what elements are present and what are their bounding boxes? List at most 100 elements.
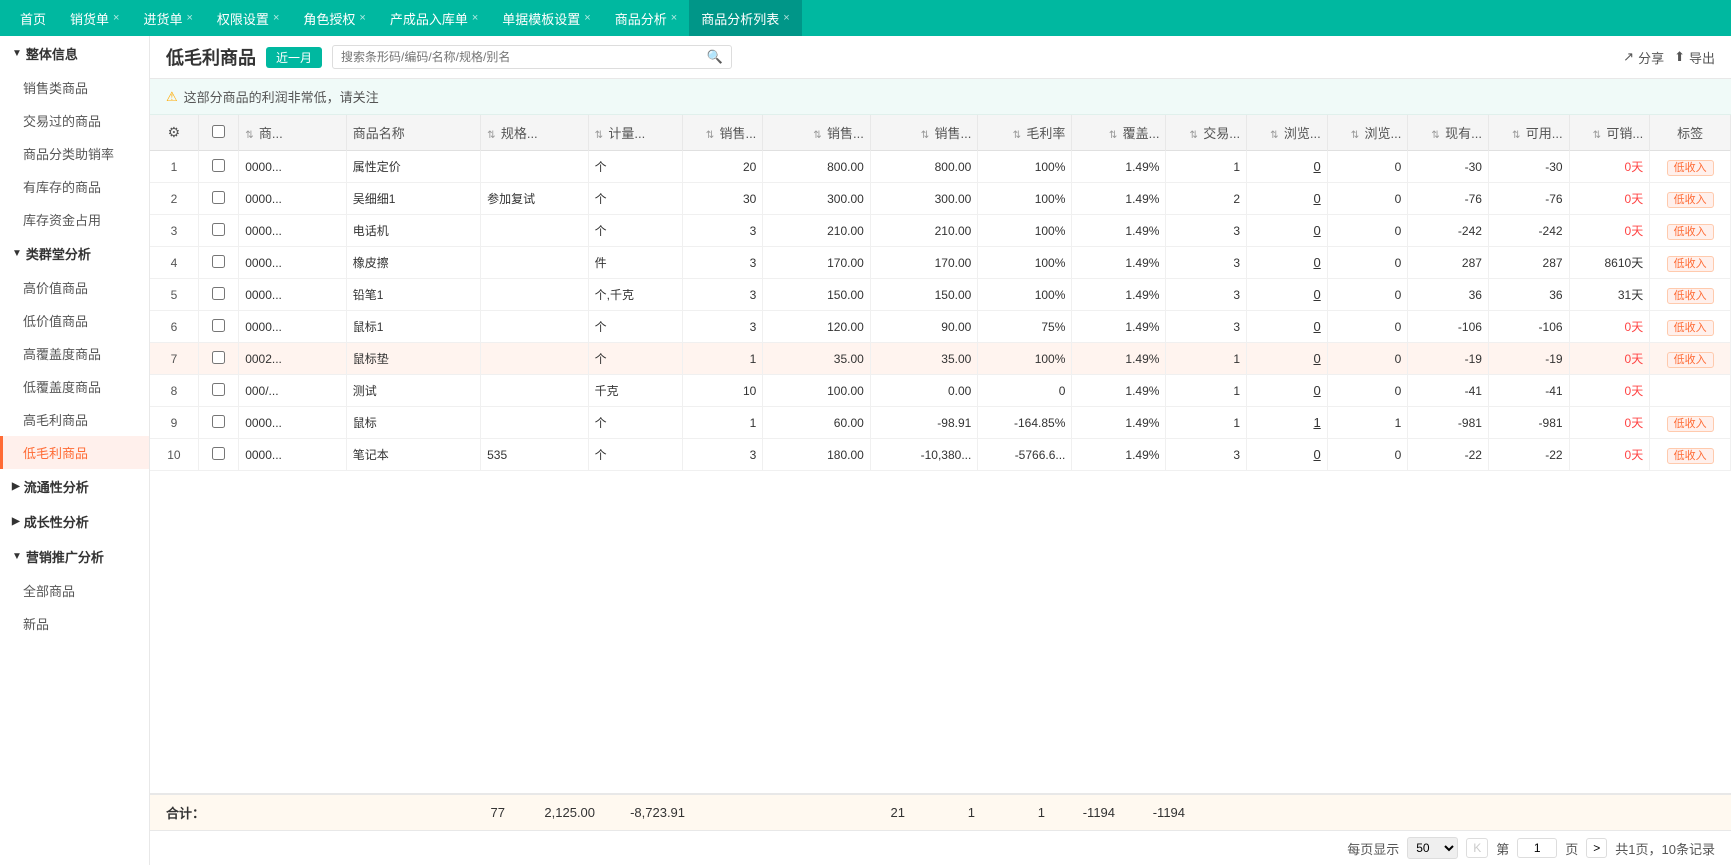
- sort-icon9[interactable]: ⇅: [1190, 130, 1198, 141]
- row-check-7[interactable]: [198, 343, 238, 375]
- sort-icon2[interactable]: ⇅: [487, 130, 495, 141]
- settings-icon[interactable]: ⚙: [168, 124, 181, 140]
- row-browse1-7[interactable]: 0: [1247, 343, 1328, 375]
- sort-icon10[interactable]: ⇅: [1270, 130, 1278, 141]
- sort-icon7[interactable]: ⇅: [1013, 130, 1021, 141]
- period-button[interactable]: 近一月: [266, 47, 322, 68]
- row-checkbox-1[interactable]: [212, 159, 225, 172]
- row-unit-1: 个: [588, 151, 682, 183]
- row-checkbox-6[interactable]: [212, 319, 225, 332]
- row-check-5[interactable]: [198, 279, 238, 311]
- sidebar-group-cluster[interactable]: ▼ 类群堂分析: [0, 236, 149, 271]
- row-check-10[interactable]: [198, 439, 238, 471]
- share-button[interactable]: ↗ 分享: [1623, 48, 1664, 67]
- row-check-1[interactable]: [198, 151, 238, 183]
- sidebar-item-high-coverage[interactable]: 高覆盖度商品: [0, 337, 149, 370]
- close-permissions-icon[interactable]: ×: [273, 12, 279, 24]
- search-input[interactable]: [341, 50, 707, 64]
- sidebar-item-low-coverage[interactable]: 低覆盖度商品: [0, 370, 149, 403]
- row-check-3[interactable]: [198, 215, 238, 247]
- sidebar-item-all-goods[interactable]: 全部商品: [0, 574, 149, 607]
- row-browse1-1[interactable]: 0: [1247, 151, 1328, 183]
- nav-template-settings[interactable]: 单据模板设置 ×: [490, 0, 602, 36]
- close-purchase-order-icon[interactable]: ×: [186, 12, 192, 24]
- row-checkbox-2[interactable]: [212, 191, 225, 204]
- prev-page-button[interactable]: K: [1466, 838, 1488, 858]
- select-all-checkbox[interactable]: [212, 125, 225, 138]
- export-button[interactable]: ⬆ 导出: [1674, 48, 1715, 67]
- row-browse1-8[interactable]: 0: [1247, 375, 1328, 407]
- row-browse1-9[interactable]: 1: [1247, 407, 1328, 439]
- sidebar-item-in-stock[interactable]: 有库存的商品: [0, 170, 149, 203]
- next-page-button[interactable]: >: [1586, 838, 1607, 858]
- row-browse1-5[interactable]: 0: [1247, 279, 1328, 311]
- sort-icon11[interactable]: ⇅: [1351, 130, 1359, 141]
- sidebar-item-category-rate[interactable]: 商品分类助销率: [0, 137, 149, 170]
- page-input[interactable]: [1517, 838, 1557, 858]
- sidebar-group-growth[interactable]: ▶ 成长性分析: [0, 504, 149, 539]
- close-product-analysis-list-icon[interactable]: ×: [783, 12, 789, 24]
- nav-home[interactable]: 首页: [8, 0, 58, 36]
- nav-product-analysis-list[interactable]: 商品分析列表 ×: [689, 0, 801, 36]
- row-browse1-3[interactable]: 0: [1247, 215, 1328, 247]
- close-product-analysis-icon[interactable]: ×: [671, 12, 677, 24]
- col-header-check[interactable]: [198, 115, 238, 151]
- row-checkbox-5[interactable]: [212, 287, 225, 300]
- row-sales-qty-1: 20: [682, 151, 763, 183]
- nav-role-auth[interactable]: 角色授权 ×: [291, 0, 377, 36]
- row-checkbox-7[interactable]: [212, 351, 225, 364]
- close-role-auth-icon[interactable]: ×: [359, 12, 365, 24]
- nav-product-analysis[interactable]: 商品分析 ×: [603, 0, 689, 36]
- sidebar-group-overall[interactable]: ▼ 整体信息: [0, 36, 149, 71]
- arrow-right-icon: ▶: [12, 481, 20, 492]
- row-checkbox-8[interactable]: [212, 383, 225, 396]
- nav-purchase-order[interactable]: 进货单 ×: [131, 0, 204, 36]
- sort-icon3[interactable]: ⇅: [595, 130, 603, 141]
- row-current-10: -22: [1408, 439, 1489, 471]
- row-check-6[interactable]: [198, 311, 238, 343]
- table-row: 8 000/... 测试 千克 10 100.00 0.00 0 1.49% 1…: [150, 375, 1731, 407]
- sidebar-item-high-value[interactable]: 高价值商品: [0, 271, 149, 304]
- col-header-setting[interactable]: ⚙: [150, 115, 198, 151]
- sort-icon[interactable]: ⇅: [245, 130, 253, 141]
- row-tag-1: 低收入: [1650, 151, 1731, 183]
- close-product-entry-icon[interactable]: ×: [472, 12, 478, 24]
- row-checkbox-10[interactable]: [212, 447, 225, 460]
- row-browse1-2[interactable]: 0: [1247, 183, 1328, 215]
- sidebar-item-low-value[interactable]: 低价值商品: [0, 304, 149, 337]
- row-browse1-10[interactable]: 0: [1247, 439, 1328, 471]
- search-icon[interactable]: 🔍: [707, 49, 723, 65]
- close-template-settings-icon[interactable]: ×: [584, 12, 590, 24]
- sidebar-item-low-margin[interactable]: 低毛利商品: [0, 436, 149, 469]
- sort-icon12[interactable]: ⇅: [1431, 130, 1439, 141]
- sidebar-item-sales-goods[interactable]: 销售类商品: [0, 71, 149, 104]
- row-checkbox-4[interactable]: [212, 255, 225, 268]
- sort-icon8[interactable]: ⇅: [1109, 130, 1117, 141]
- close-sales-order-icon[interactable]: ×: [113, 12, 119, 24]
- row-sales-qty-4: 3: [682, 247, 763, 279]
- row-sales-qty-2: 30: [682, 183, 763, 215]
- sort-icon13[interactable]: ⇅: [1512, 130, 1520, 141]
- sidebar-item-traded-goods[interactable]: 交易过的商品: [0, 104, 149, 137]
- sidebar-group-marketing[interactable]: ▼ 营销推广分析: [0, 539, 149, 574]
- row-check-9[interactable]: [198, 407, 238, 439]
- nav-sales-order[interactable]: 销货单 ×: [58, 0, 131, 36]
- sort-icon4[interactable]: ⇅: [706, 130, 714, 141]
- per-page-select[interactable]: 50 100 200: [1407, 837, 1458, 859]
- row-check-8[interactable]: [198, 375, 238, 407]
- sidebar-item-high-margin[interactable]: 高毛利商品: [0, 403, 149, 436]
- row-check-2[interactable]: [198, 183, 238, 215]
- sort-icon14[interactable]: ⇅: [1593, 130, 1601, 141]
- sidebar-group-liquidity[interactable]: ▶ 流通性分析: [0, 469, 149, 504]
- row-check-4[interactable]: [198, 247, 238, 279]
- nav-product-entry[interactable]: 产成品入库单 ×: [378, 0, 490, 36]
- sidebar-item-capital[interactable]: 库存资金占用: [0, 203, 149, 236]
- sidebar-item-new-goods[interactable]: 新品: [0, 607, 149, 640]
- nav-permissions[interactable]: 权限设置 ×: [205, 0, 291, 36]
- sort-icon5[interactable]: ⇅: [813, 130, 821, 141]
- row-browse1-6[interactable]: 0: [1247, 311, 1328, 343]
- row-checkbox-9[interactable]: [212, 415, 225, 428]
- sort-icon6[interactable]: ⇅: [921, 130, 929, 141]
- row-browse1-4[interactable]: 0: [1247, 247, 1328, 279]
- row-checkbox-3[interactable]: [212, 223, 225, 236]
